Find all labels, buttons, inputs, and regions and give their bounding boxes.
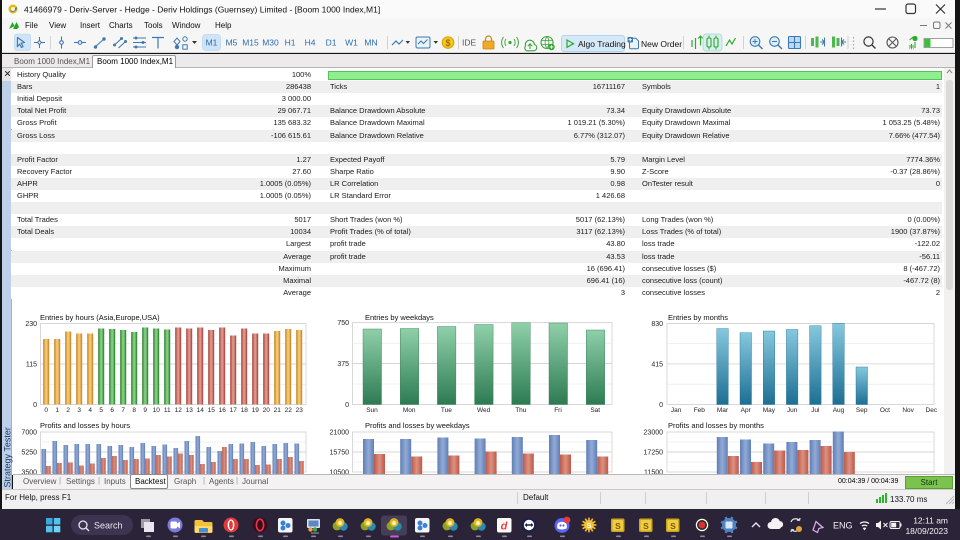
svg-text:115: 115 xyxy=(26,362,37,369)
svg-text:23000: 23000 xyxy=(644,430,664,437)
svg-text:23: 23 xyxy=(296,407,304,414)
svg-text:M15: M15 xyxy=(242,38,259,48)
svg-text:415: 415 xyxy=(651,361,663,368)
svg-text:H4: H4 xyxy=(305,38,316,48)
svg-text:41466979 - Deriv-Server - Hedg: 41466979 - Deriv-Server - Hedge - Deriv … xyxy=(24,5,380,15)
svg-text:Sep: Sep xyxy=(856,407,868,414)
svg-text:750: 750 xyxy=(337,320,349,327)
svg-text:Jul: Jul xyxy=(811,407,820,414)
svg-text:Oct: Oct xyxy=(880,407,890,414)
svg-text:230: 230 xyxy=(25,321,37,328)
svg-text:Jun: Jun xyxy=(787,407,798,414)
svg-text:Entries by months: Entries by months xyxy=(668,313,728,322)
svg-text:15750: 15750 xyxy=(330,450,350,457)
svg-text:5: 5 xyxy=(99,407,103,414)
svg-text:3: 3 xyxy=(77,407,81,414)
svg-text:S: S xyxy=(670,521,676,531)
svg-text:S: S xyxy=(643,521,649,531)
svg-text:7: 7 xyxy=(121,407,125,414)
svg-text:Wed: Wed xyxy=(477,407,491,414)
svg-text:Sat: Sat xyxy=(590,407,600,414)
svg-text:Algo Trading: Algo Trading xyxy=(578,39,626,49)
svg-text:Feb: Feb xyxy=(694,407,706,414)
svg-text:4: 4 xyxy=(88,407,92,414)
svg-text:Mar: Mar xyxy=(717,407,729,414)
svg-text:M30: M30 xyxy=(262,38,279,48)
svg-text:21: 21 xyxy=(274,407,282,414)
svg-text:133.70 ms: 133.70 ms xyxy=(890,495,927,504)
svg-text:0: 0 xyxy=(44,407,48,414)
svg-text:11: 11 xyxy=(164,407,171,414)
svg-text:d: d xyxy=(501,521,508,533)
svg-text:13: 13 xyxy=(186,407,194,414)
svg-text:22: 22 xyxy=(285,407,293,414)
svg-text:Profits and losses by weekdays: Profits and losses by weekdays xyxy=(365,421,470,430)
svg-text:Tue: Tue xyxy=(441,407,452,414)
svg-text:20: 20 xyxy=(263,407,271,414)
svg-text:19: 19 xyxy=(252,407,260,414)
svg-text:Mon: Mon xyxy=(403,407,416,414)
svg-text:M1: M1 xyxy=(206,38,218,48)
svg-text:14: 14 xyxy=(197,407,205,414)
svg-text:Entries by hours (Asia,Europe,: Entries by hours (Asia,Europe,USA) xyxy=(40,313,160,322)
svg-text:New Order: New Order xyxy=(641,39,682,49)
svg-text:10: 10 xyxy=(153,407,161,414)
svg-text:8: 8 xyxy=(132,407,136,414)
svg-text:Aug: Aug xyxy=(833,407,845,414)
svg-text:17: 17 xyxy=(230,407,238,414)
svg-text:M5: M5 xyxy=(226,38,238,48)
svg-text:IDE: IDE xyxy=(462,38,477,48)
svg-text:May: May xyxy=(763,407,776,414)
svg-text:W1: W1 xyxy=(345,38,358,48)
svg-text:16: 16 xyxy=(219,407,227,414)
svg-text:1: 1 xyxy=(55,407,59,414)
svg-text:18: 18 xyxy=(241,407,249,414)
svg-text:0: 0 xyxy=(345,402,349,409)
svg-text:S: S xyxy=(615,521,621,531)
svg-text:Search: Search xyxy=(94,521,123,531)
svg-text:Profits and losses by hours: Profits and losses by hours xyxy=(40,421,130,430)
svg-text:Nov: Nov xyxy=(902,407,914,414)
svg-text:0: 0 xyxy=(659,402,663,409)
svg-text:Jan: Jan xyxy=(671,407,682,414)
svg-text:Apr: Apr xyxy=(741,407,752,414)
svg-text:6: 6 xyxy=(110,407,114,414)
svg-text:9: 9 xyxy=(143,407,147,414)
svg-text:S: S xyxy=(586,521,591,530)
svg-text:Dec: Dec xyxy=(926,407,938,414)
svg-text:18/09/2023: 18/09/2023 xyxy=(905,526,948,536)
svg-text:7000: 7000 xyxy=(21,430,37,437)
svg-text:21000: 21000 xyxy=(330,430,350,437)
svg-text:2: 2 xyxy=(66,407,70,414)
svg-text:830: 830 xyxy=(651,321,663,328)
svg-text:375: 375 xyxy=(337,361,349,368)
svg-text:Thu: Thu xyxy=(515,407,527,414)
svg-text:Sun: Sun xyxy=(366,407,378,414)
svg-text:0: 0 xyxy=(33,402,37,409)
svg-text:12:11 am: 12:11 am xyxy=(913,516,948,526)
svg-text:M: M xyxy=(909,46,914,52)
svg-text:MN: MN xyxy=(364,38,377,48)
svg-text:ENG: ENG xyxy=(833,521,853,531)
svg-text:D1: D1 xyxy=(326,38,337,48)
svg-text:Profits and losses by months: Profits and losses by months xyxy=(668,421,764,430)
svg-text:5250: 5250 xyxy=(21,450,37,457)
svg-text:17250: 17250 xyxy=(644,450,664,457)
svg-text:15: 15 xyxy=(208,407,216,414)
svg-text:H1: H1 xyxy=(285,38,296,48)
svg-text:$: $ xyxy=(445,38,450,48)
svg-text:Fri: Fri xyxy=(554,407,562,414)
svg-text:12: 12 xyxy=(175,407,183,414)
svg-text:Entries by weekdays: Entries by weekdays xyxy=(365,313,434,322)
